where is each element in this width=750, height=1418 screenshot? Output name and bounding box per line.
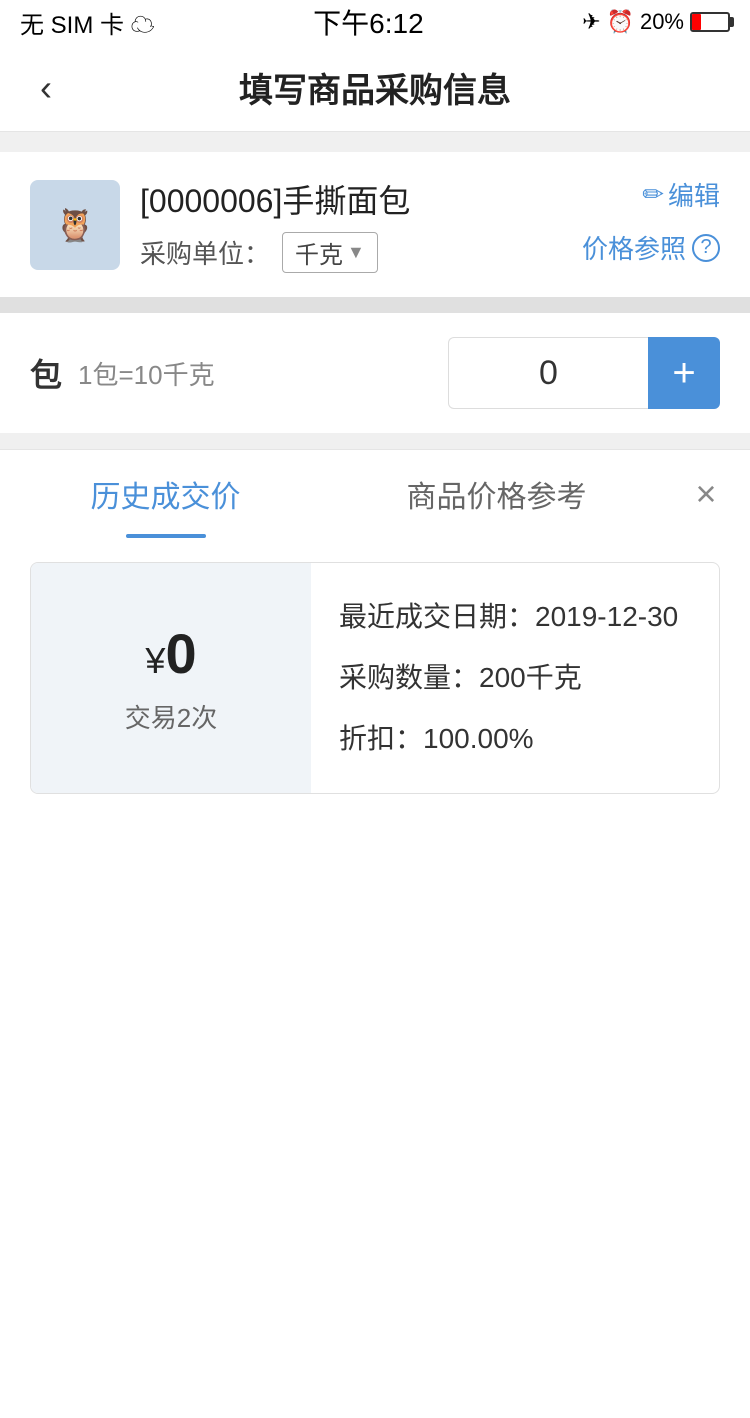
back-button[interactable]: ‹ [30,57,62,119]
battery-percent: 20% [640,9,684,35]
tab-close-button[interactable]: × [662,450,750,538]
quantity-control: 0 + [448,337,720,409]
edit-label: 编辑 [668,176,720,213]
nav-bar: ‹ 填写商品采购信息 [0,44,750,132]
edit-icon: ✏ [642,179,664,210]
tab-bar: 历史成交价 商品价格参考 × [0,449,750,538]
product-name: [0000006]手撕面包 [140,176,410,222]
edit-button[interactable]: ✏ 编辑 [642,176,720,213]
quantity-label: 包 1包=10千克 [30,350,215,396]
price-content: ¥0 交易2次 最近成交日期：2019-12-30 采购数量：200千克 折扣：… [0,538,750,818]
purchase-qty-label: 采购数量： [339,662,479,693]
discount-label: 折扣： [339,723,423,754]
recent-date-value: 2019-12-30 [535,601,678,632]
quantity-conversion: 1包=10千克 [78,355,215,392]
product-right-actions: ✏ 编辑 价格参照 ? [582,176,720,266]
unit-selector[interactable]: 千克 ▼ [282,232,378,273]
battery-icon [690,12,730,32]
price-details: 最近成交日期：2019-12-30 采购数量：200千克 折扣：100.00% [311,563,719,793]
tab-history-label: 历史成交价 [91,472,241,516]
section-divider [0,297,750,313]
purchase-qty-row: 采购数量：200千克 [339,656,691,701]
status-left: 无 SIM 卡 ☁ [20,5,155,40]
tab-history[interactable]: 历史成交价 [0,450,331,538]
tab-reference-label: 商品价格参考 [407,472,587,516]
trade-count: 交易2次 [125,698,217,735]
product-thumbnail: 🦉 [30,180,120,270]
purchase-qty-value: 200千克 [479,662,582,693]
tab-reference[interactable]: 商品价格参考 [331,450,662,538]
sim-status: 无 SIM 卡 ☁ [20,5,155,40]
status-right: ✈ ⏰ 20% [582,9,730,35]
purchase-unit-label: 采购单位： [140,234,270,271]
product-card: 🦉 [0000006]手撕面包 采购单位： 千克 ▼ ✏ 编辑 价格参照 [0,152,750,297]
amount-value: 0 [165,622,196,685]
status-bar: 无 SIM 卡 ☁ 下午6:12 ✈ ⏰ 20% [0,0,750,44]
alarm-icon: ⏰ [607,9,634,35]
price-ref-help-icon: ? [692,234,720,262]
recent-date-label: 最近成交日期： [339,601,535,632]
unit-value: 千克 [295,235,343,270]
bottom-space [0,818,750,1418]
price-card: ¥0 交易2次 最近成交日期：2019-12-30 采购数量：200千克 折扣：… [30,562,720,794]
price-reference-button[interactable]: 价格参照 ? [582,229,720,266]
quantity-unit: 包 [30,350,62,396]
quantity-input[interactable]: 0 [448,337,648,409]
product-unit-row: 采购单位： 千克 ▼ [140,232,410,273]
currency-symbol: ¥ [145,640,165,681]
quantity-row: 包 1包=10千克 0 + [0,313,750,433]
navigation-icon: ✈ [582,9,600,35]
product-icon: 🦉 [55,206,95,244]
status-time: 下午6:12 [313,2,424,42]
tab-active-indicator [126,534,206,538]
price-ref-label: 价格参照 [582,229,686,266]
product-info: [0000006]手撕面包 采购单位： 千克 ▼ [140,176,410,273]
page-title: 填写商品采购信息 [239,63,511,112]
discount-value: 100.00% [423,723,534,754]
price-amount: ¥0 [145,621,196,686]
price-summary: ¥0 交易2次 [31,563,311,793]
quantity-plus-button[interactable]: + [648,337,720,409]
discount-row: 折扣：100.00% [339,717,691,762]
product-left: 🦉 [0000006]手撕面包 采购单位： 千克 ▼ [30,176,410,273]
dropdown-arrow-icon: ▼ [347,242,365,263]
recent-date-row: 最近成交日期：2019-12-30 [339,595,691,640]
